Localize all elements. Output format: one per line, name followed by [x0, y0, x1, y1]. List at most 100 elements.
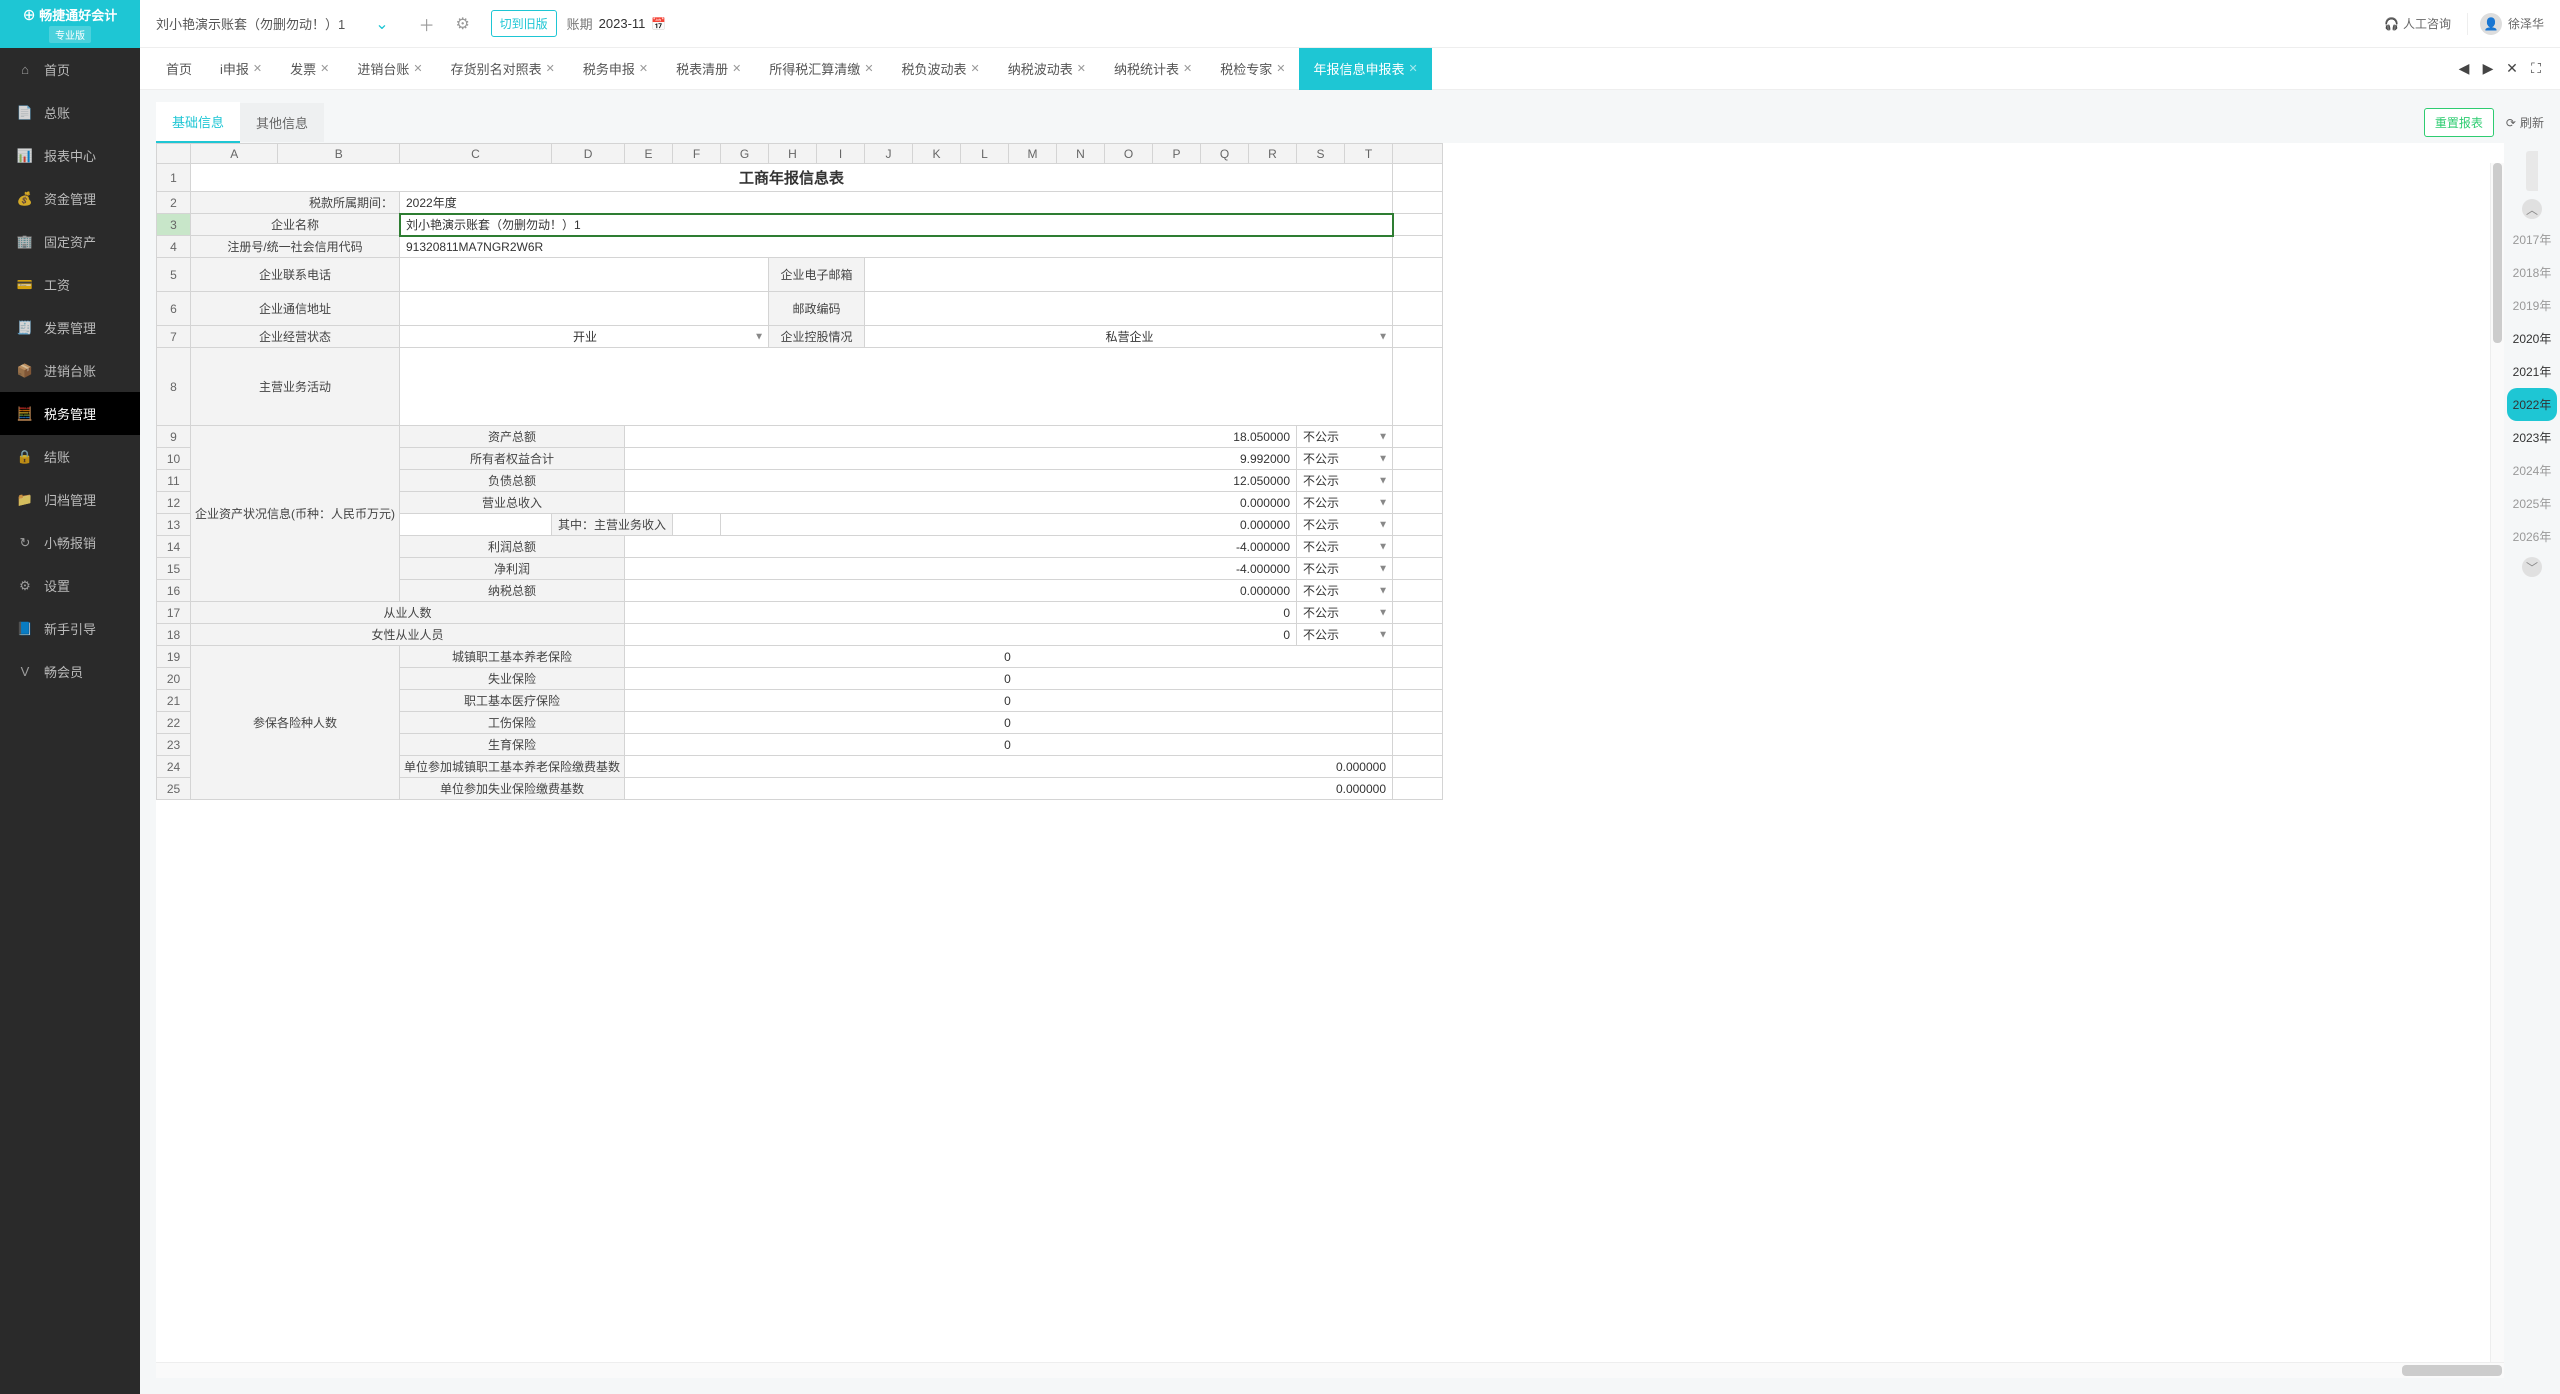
col-header[interactable]: G — [721, 144, 769, 164]
empty-cell[interactable] — [1393, 192, 1443, 214]
calendar-icon[interactable]: 📅 — [651, 17, 666, 31]
tab[interactable]: 进销台账✕ — [343, 48, 436, 90]
field-value[interactable] — [865, 292, 1393, 326]
row-header[interactable]: 6 — [157, 292, 191, 326]
nav-item-invoice[interactable]: 🧾发票管理 — [0, 306, 140, 349]
add-icon[interactable]: ＋ — [413, 10, 441, 38]
nav-item-ledger[interactable]: 📄总账 — [0, 91, 140, 134]
row-header[interactable]: 5 — [157, 258, 191, 292]
year-down-icon[interactable]: ﹀ — [2522, 557, 2542, 577]
col-header[interactable]: K — [913, 144, 961, 164]
nav-item-home[interactable]: ⌂首页 — [0, 48, 140, 91]
number-value[interactable]: -4.000000 — [625, 558, 1297, 580]
empty-cell[interactable] — [1393, 470, 1443, 492]
vertical-scrollbar[interactable] — [2490, 163, 2504, 1362]
close-icon[interactable]: ✕ — [971, 62, 980, 75]
dropdown-cell[interactable]: 开业▼ — [400, 326, 769, 348]
col-header[interactable]: N — [1057, 144, 1105, 164]
nav-item-stock[interactable]: 📦进销台账 — [0, 349, 140, 392]
close-icon[interactable]: ✕ — [864, 62, 873, 75]
company-name-input[interactable]: 刘小艳演示账套（勿删勿动！）1 — [400, 214, 1393, 236]
empty-cell[interactable] — [1393, 292, 1443, 326]
number-value[interactable]: 0 — [625, 646, 1393, 668]
row-header[interactable]: 16 — [157, 580, 191, 602]
nav-item-payroll[interactable]: 💳工资 — [0, 263, 140, 306]
col-header[interactable]: D — [552, 144, 625, 164]
tab[interactable]: 所得税汇算清缴✕ — [755, 48, 887, 90]
col-header[interactable]: I — [817, 144, 865, 164]
number-value[interactable]: -4.000000 — [625, 536, 1297, 558]
empty-cell[interactable] — [1393, 258, 1443, 292]
number-value[interactable]: 0 — [625, 668, 1393, 690]
tab[interactable]: 税表清册✕ — [662, 48, 755, 90]
tabs-prev-icon[interactable]: ◀ — [2452, 60, 2476, 77]
switch-old-button[interactable]: 切到旧版 — [491, 10, 557, 37]
empty-cell[interactable] — [1393, 558, 1443, 580]
number-value[interactable]: 0.000000 — [625, 580, 1297, 602]
col-header[interactable]: O — [1105, 144, 1153, 164]
nav-item-reimburse[interactable]: ↻小畅报销 — [0, 521, 140, 564]
number-value[interactable]: 0 — [625, 734, 1393, 756]
row-header[interactable]: 11 — [157, 470, 191, 492]
nav-item-guide[interactable]: 📘新手引导 — [0, 607, 140, 650]
close-icon[interactable]: ✕ — [1276, 62, 1285, 75]
empty-cell[interactable] — [1393, 734, 1443, 756]
row-header[interactable]: 19 — [157, 646, 191, 668]
row-header[interactable]: 25 — [157, 778, 191, 800]
close-icon[interactable]: ✕ — [253, 62, 262, 75]
col-header[interactable]: A — [191, 144, 278, 164]
empty-cell[interactable] — [1393, 668, 1443, 690]
tab[interactable]: 首页 — [152, 48, 206, 90]
account-selector[interactable]: 刘小艳演示账套（勿删勿动！）1 ⌄ — [156, 14, 389, 34]
empty-cell[interactable] — [1393, 712, 1443, 734]
close-icon[interactable]: ✕ — [639, 62, 648, 75]
row-header[interactable]: 1 — [157, 164, 191, 192]
reset-report-button[interactable]: 重置报表 — [2424, 108, 2494, 137]
row-header[interactable]: 20 — [157, 668, 191, 690]
col-header[interactable]: T — [1345, 144, 1393, 164]
tab[interactable]: 纳税统计表✕ — [1100, 48, 1206, 90]
field-value[interactable]: 91320811MA7NGR2W6R — [400, 236, 1393, 258]
subtab-basic[interactable]: 基础信息 — [156, 102, 240, 143]
close-icon[interactable]: ✕ — [732, 62, 741, 75]
tab[interactable]: 税负波动表✕ — [888, 48, 994, 90]
year-item[interactable]: 2021年 — [2507, 355, 2558, 388]
number-value[interactable]: 0 — [625, 624, 1297, 646]
col-header[interactable]: S — [1297, 144, 1345, 164]
col-header[interactable]: P — [1153, 144, 1201, 164]
dropdown-cell[interactable]: 不公示▼ — [1297, 492, 1393, 514]
tab[interactable]: 存货别名对照表✕ — [437, 48, 569, 90]
dropdown-cell[interactable]: 不公示▼ — [1297, 514, 1393, 536]
nav-item-funds[interactable]: 💰资金管理 — [0, 177, 140, 220]
tabs-expand-icon[interactable]: ⛶ — [2524, 60, 2548, 77]
number-value[interactable]: 0.000000 — [625, 778, 1393, 800]
year-item[interactable]: 2023年 — [2507, 421, 2558, 454]
close-icon[interactable]: ✕ — [1408, 62, 1417, 75]
close-icon[interactable]: ✕ — [546, 62, 555, 75]
year-item[interactable]: 2022年 — [2507, 388, 2558, 421]
dropdown-cell[interactable]: 不公示▼ — [1297, 536, 1393, 558]
row-header[interactable]: 9 — [157, 426, 191, 448]
dropdown-cell[interactable]: 私营企业▼ — [865, 326, 1393, 348]
row-header[interactable]: 12 — [157, 492, 191, 514]
number-value[interactable]: 0 — [625, 602, 1297, 624]
empty-cell[interactable] — [1393, 448, 1443, 470]
dropdown-cell[interactable]: 不公示▼ — [1297, 448, 1393, 470]
number-value[interactable]: 0.000000 — [721, 514, 1297, 536]
row-header[interactable]: 7 — [157, 326, 191, 348]
col-header[interactable]: R — [1249, 144, 1297, 164]
row-header[interactable]: 14 — [157, 536, 191, 558]
empty-cell[interactable] — [1393, 214, 1443, 236]
row-header[interactable]: 4 — [157, 236, 191, 258]
year-collapse-handle[interactable] — [2526, 151, 2538, 191]
row-header[interactable]: 24 — [157, 756, 191, 778]
close-icon[interactable]: ✕ — [320, 62, 329, 75]
tab[interactable]: 税务申报✕ — [569, 48, 662, 90]
col-header[interactable]: B — [278, 144, 400, 164]
close-icon[interactable]: ✕ — [413, 62, 422, 75]
col-header[interactable]: H — [769, 144, 817, 164]
empty-cell[interactable] — [1393, 326, 1443, 348]
number-value[interactable]: 0 — [625, 712, 1393, 734]
spreadsheet[interactable]: ABCDEFGHIJKLMNOPQRST1工商年报信息表2税款所属期间：2022… — [156, 143, 2504, 1378]
row-header[interactable]: 13 — [157, 514, 191, 536]
